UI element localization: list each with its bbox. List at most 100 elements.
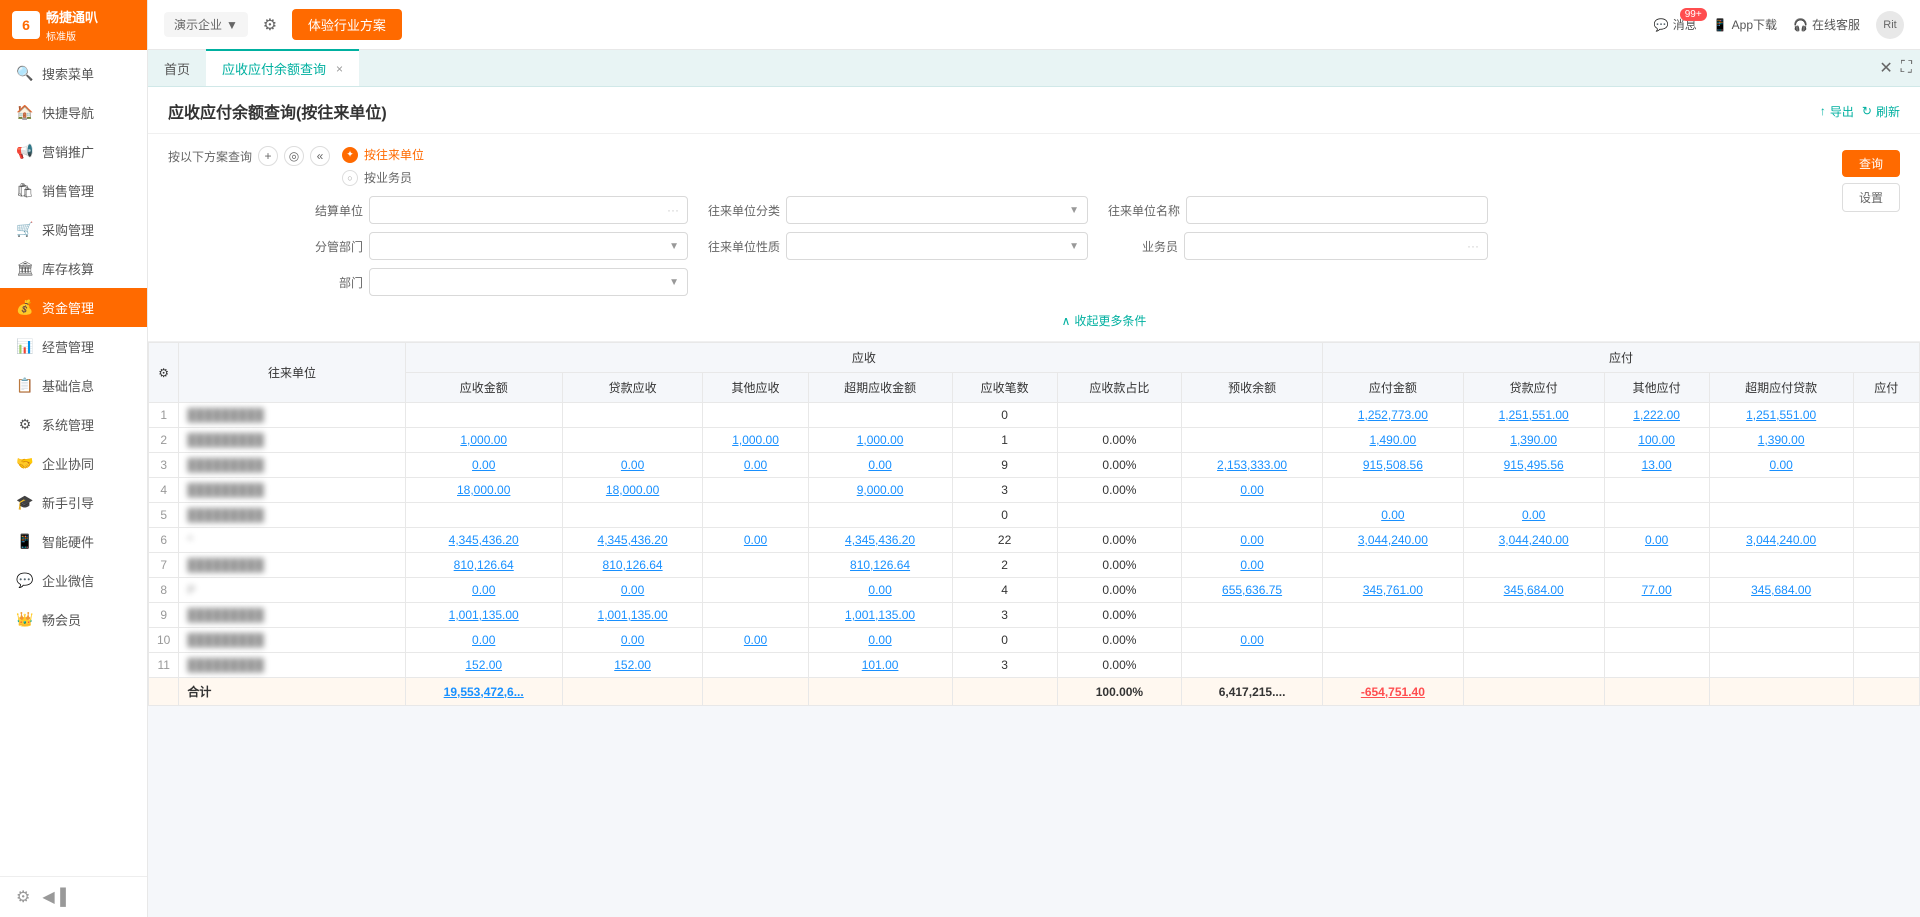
sidebar-footer: ⚙ ◀▐	[0, 876, 147, 917]
sidebar-icon: 🏛	[16, 260, 34, 277]
th-pay-col: 应付	[1853, 373, 1919, 403]
th-pay-loan: 贷款应付	[1463, 373, 1604, 403]
summary-pay-total[interactable]: -654,751.40	[1322, 678, 1463, 706]
tab-close-icon[interactable]: ×	[336, 62, 343, 76]
sidebar-item-资金管理[interactable]: 💰资金管理	[0, 288, 147, 327]
sidebar-item-营销推广[interactable]: 📢营销推广	[0, 132, 147, 171]
logo-text: 畅捷通叭	[46, 7, 98, 26]
tab-query-label: 应收应付余额查询	[222, 59, 326, 78]
sidebar-item-企业微信[interactable]: 💬企业微信	[0, 561, 147, 600]
select-department[interactable]: ▼	[369, 268, 688, 296]
top-bar-left: 演示企业 ▼ ⚙ 体验行业方案	[164, 9, 1642, 40]
sidebar-label: 智能硬件	[42, 532, 94, 551]
table-row: 8P0.000.000.0040.00%655,636.75345,761.00…	[149, 578, 1920, 603]
collapse-button[interactable]: ∧ 收起更多条件	[1062, 312, 1147, 329]
sidebar-label: 搜索菜单	[42, 64, 94, 83]
messages-item[interactable]: 💬 消息 99+	[1654, 16, 1697, 33]
content-area: 应收应付余额查询(按往来单位) ↑ 导出 ↻ 刷新	[148, 87, 1920, 917]
input-partner-name[interactable]	[1186, 196, 1488, 224]
table-row: 1█████████01,252,773.001,251,551.001,222…	[149, 403, 1920, 428]
sidebar-item-企业协同[interactable]: 🤝企业协同	[0, 444, 147, 483]
tab-bar-controls: ✕ ⛶	[1879, 58, 1920, 78]
messages-badge: 99+	[1680, 8, 1707, 21]
collapse-footer-icon[interactable]: ◀▐	[42, 887, 66, 907]
sidebar-icon: 🛍	[16, 182, 34, 199]
input-settlement[interactable]: ···	[369, 196, 688, 224]
settings-footer-icon[interactable]: ⚙	[16, 887, 30, 907]
table-row: 6^4,345,436.204,345,436.200.004,345,436.…	[149, 528, 1920, 553]
label-partner-category: 往来单位分类	[708, 202, 780, 219]
top-bar: 演示企业 ▼ ⚙ 体验行业方案 💬 消息 99+ 📱 App下载 🎧	[148, 0, 1920, 50]
select-dept-manager[interactable]: ▼	[369, 232, 688, 260]
refresh-label: 刷新	[1876, 103, 1900, 120]
sidebar-item-系统管理[interactable]: ⚙系统管理	[0, 405, 147, 444]
th-settings[interactable]: ⚙	[149, 343, 179, 403]
tab-home[interactable]: 首页	[148, 51, 206, 86]
sidebar-item-智能硬件[interactable]: 📱智能硬件	[0, 522, 147, 561]
service-item[interactable]: 🎧 在线客服	[1793, 16, 1860, 33]
sidebar-label: 库存核算	[42, 259, 94, 278]
partner-name: █████████	[187, 633, 264, 647]
table-row: 10█████████0.000.000.000.0000.00%0.00	[149, 628, 1920, 653]
select-partner-nature-arrow: ▼	[1069, 241, 1079, 252]
sidebar-label: 基础信息	[42, 376, 94, 395]
sidebar-item-经营管理[interactable]: 📊 经营管理	[0, 327, 147, 366]
sidebar-icon: 🎓	[16, 494, 34, 511]
refresh-button[interactable]: ↻ 刷新	[1862, 103, 1900, 120]
page-title: 应收应付余额查询(按往来单位)	[168, 99, 387, 123]
query-buttons: 查询 设置	[1842, 150, 1900, 212]
th-rec-ratio: 应收款占比	[1057, 373, 1182, 403]
input-salesperson[interactable]: ···	[1184, 232, 1488, 260]
sidebar-label: 新手引导	[42, 493, 94, 512]
sidebar-menu: 🔍搜索菜单🏠快捷导航📢营销推广🛍销售管理🛒采购管理 🏛 库存核算 💰资金管理 📊 经营管理…	[0, 50, 147, 876]
sidebar-label: 经营管理	[42, 337, 94, 356]
scheme-option-partner[interactable]: ✦ 按往来单位	[342, 146, 424, 163]
partner-name: ^	[187, 533, 193, 547]
summary-rec-total[interactable]: 19,553,472,6...	[405, 678, 562, 706]
tab-query[interactable]: 应收应付余额查询 ×	[206, 49, 359, 86]
user-avatar[interactable]: Rit	[1876, 11, 1904, 39]
sidebar-label: 资金管理	[42, 298, 94, 317]
label-department: 部门	[308, 274, 363, 291]
tab-close-window-icon[interactable]: ✕	[1879, 58, 1892, 78]
sidebar-icon: 📊	[16, 338, 34, 355]
partner-name: █████████	[187, 658, 264, 672]
scheme-option-salesperson[interactable]: ○ 按业务员	[342, 169, 424, 186]
sidebar-icon: 🤝	[16, 455, 34, 472]
sidebar-item-采购管理[interactable]: 🛒采购管理	[0, 210, 147, 249]
sidebar-item-销售管理[interactable]: 🛍销售管理	[0, 171, 147, 210]
sidebar-item-搜索菜单[interactable]: 🔍搜索菜单	[0, 54, 147, 93]
company-selector[interactable]: 演示企业 ▼	[164, 12, 248, 37]
download-icon: 📱	[1713, 18, 1728, 32]
trial-button[interactable]: 体验行业方案	[292, 9, 402, 40]
export-button[interactable]: ↑ 导出	[1820, 103, 1854, 120]
edition-badge: 标准版	[46, 28, 98, 43]
download-item[interactable]: 📱 App下载	[1713, 16, 1777, 33]
partner-name: █████████	[187, 483, 264, 497]
scheme-icon-salesperson: ○	[342, 170, 358, 186]
filter-settings-button[interactable]: ◎	[284, 146, 304, 166]
setting-button[interactable]: 设置	[1842, 183, 1900, 212]
summary-rec-prepay: 6,417,215....	[1182, 678, 1323, 706]
filter-add-button[interactable]: +	[258, 146, 278, 166]
th-rec-prepay: 预收余额	[1182, 373, 1323, 403]
table-row: 4█████████18,000.0018,000.009,000.0030.0…	[149, 478, 1920, 503]
filter-collapse-button[interactable]: «	[310, 146, 330, 166]
sidebar-item-畅会员[interactable]: 👑畅会员	[0, 600, 147, 639]
select-partner-nature[interactable]: ▼	[786, 232, 1088, 260]
sidebar-label: 畅会员	[42, 610, 81, 629]
sidebar-item-新手引导[interactable]: 🎓 新手引导	[0, 483, 147, 522]
th-rec-loan: 贷款应收	[562, 373, 703, 403]
tab-maximize-icon[interactable]: ⛶	[1901, 59, 1912, 77]
sidebar-label: 企业微信	[42, 571, 94, 590]
gear-button[interactable]: ⚙	[256, 11, 284, 39]
sidebar-label: 系统管理	[42, 415, 94, 434]
sidebar-item-库存核算[interactable]: 🏛 库存核算	[0, 249, 147, 288]
th-pay-other: 其他应付	[1604, 373, 1709, 403]
query-button[interactable]: 查询	[1842, 150, 1900, 177]
top-bar-right: 💬 消息 99+ 📱 App下载 🎧 在线客服 Rit	[1654, 11, 1904, 39]
th-rec-other: 其他应收	[703, 373, 808, 403]
sidebar-item-基础信息[interactable]: 📋基础信息	[0, 366, 147, 405]
select-partner-category[interactable]: ▼	[786, 196, 1088, 224]
sidebar-item-快捷导航[interactable]: 🏠快捷导航	[0, 93, 147, 132]
